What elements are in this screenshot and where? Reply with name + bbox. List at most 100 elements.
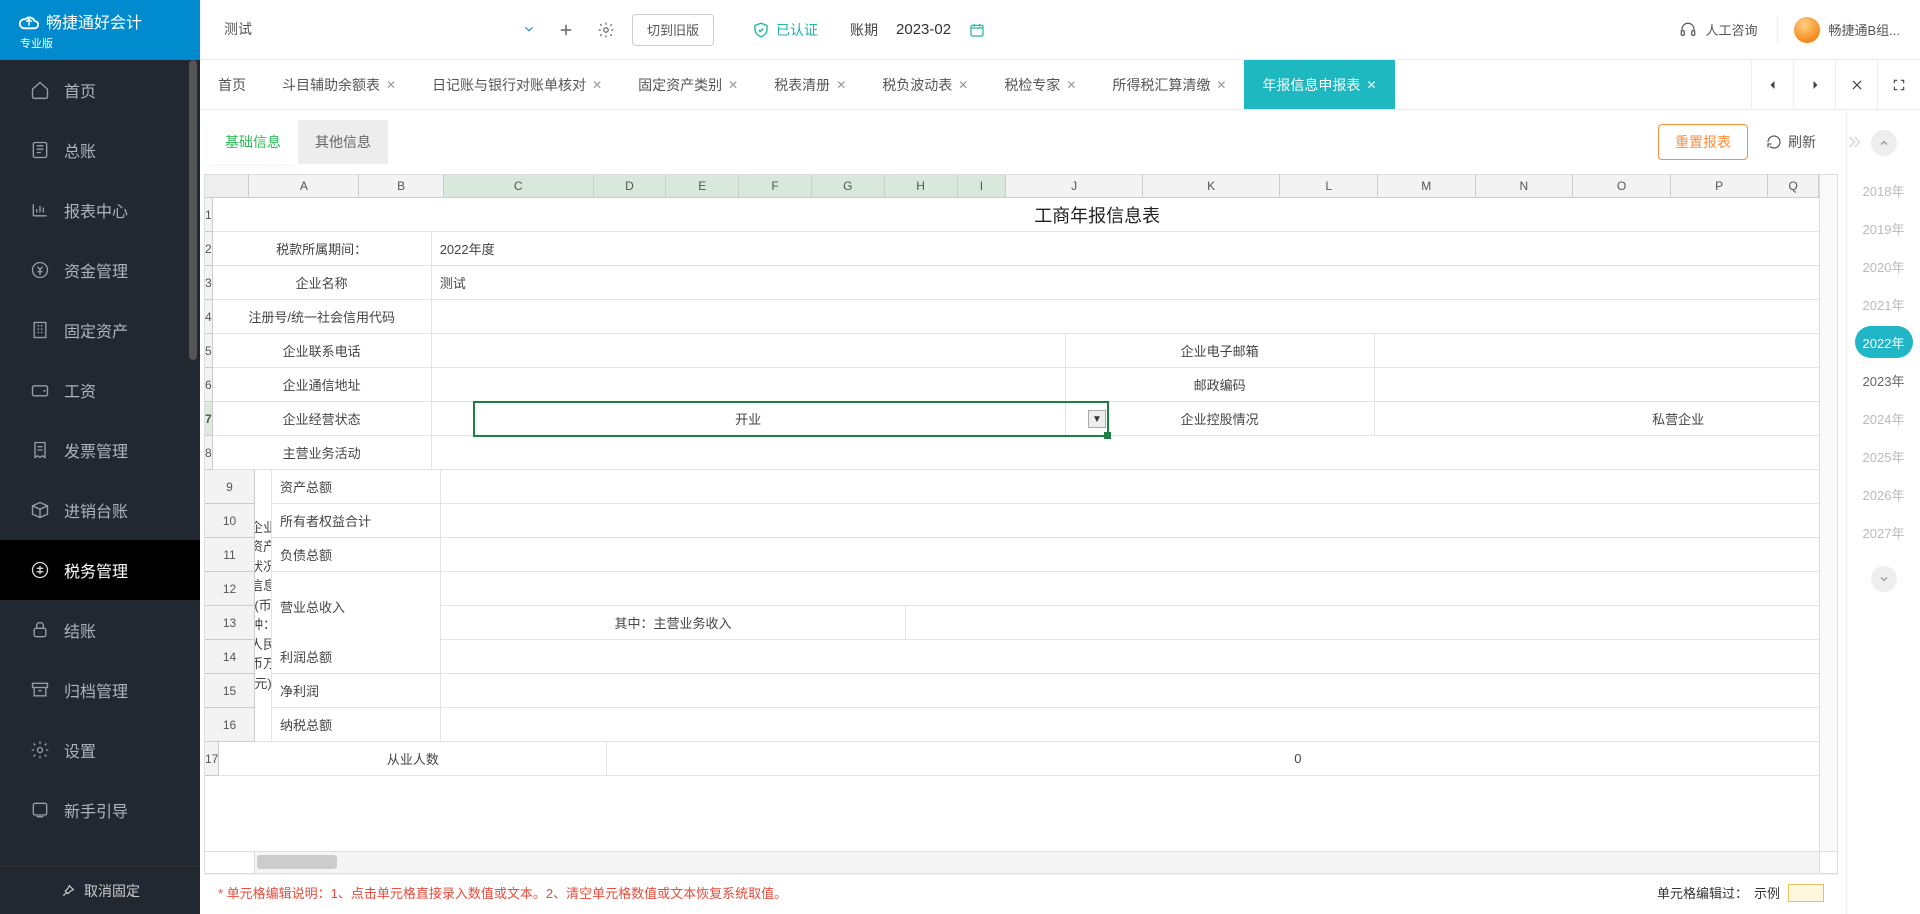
year-scroll-up[interactable] (1871, 130, 1897, 156)
value-cell[interactable]: 私营企业 (1375, 402, 1819, 435)
col-header-B[interactable]: B (359, 175, 443, 197)
col-header-K[interactable]: K (1143, 175, 1280, 197)
subtab-0[interactable]: 基础信息 (208, 120, 298, 164)
value-cell[interactable]: 测试 (432, 266, 1819, 299)
row-header-17[interactable]: 17 (205, 742, 219, 776)
tab-close-icon[interactable]: ✕ (1066, 78, 1076, 92)
col-header-A[interactable]: A (249, 175, 359, 197)
row-header-14[interactable]: 14 (205, 640, 255, 674)
year-2022年[interactable]: 2022年 (1855, 326, 1913, 358)
tab-4[interactable]: 税表清册✕ (756, 60, 864, 109)
year-2027年[interactable]: 2027年 (1855, 516, 1913, 548)
sidebar-item-salary[interactable]: 工资 (0, 360, 200, 420)
user-menu[interactable]: 畅捷通B组... (1777, 17, 1900, 43)
sidebar-scrollbar[interactable] (189, 60, 197, 360)
value-cell[interactable] (441, 640, 1819, 673)
row-header-5[interactable]: 5 (205, 334, 213, 368)
tab-close-icon[interactable]: ✕ (592, 78, 602, 92)
value-cell[interactable] (1375, 368, 1819, 401)
collapse-rail-icon[interactable] (1842, 132, 1862, 152)
sidebar-item-closing[interactable]: 结账 (0, 600, 200, 660)
support-link[interactable]: 人工咨询 (1679, 20, 1757, 39)
tab-scroll-right[interactable] (1794, 60, 1836, 109)
refresh-button[interactable]: 刷新 (1766, 132, 1816, 152)
col-header-L[interactable]: L (1280, 175, 1378, 197)
settings-button[interactable] (592, 16, 620, 44)
subtab-1[interactable]: 其他信息 (298, 120, 388, 164)
sidebar-item-settings[interactable]: 设置 (0, 720, 200, 780)
sidebar-item-ledger[interactable]: 总账 (0, 120, 200, 180)
tab-7[interactable]: 所得税汇算清缴✕ (1094, 60, 1244, 109)
year-2020年[interactable]: 2020年 (1855, 250, 1913, 282)
sidebar-item-invoice[interactable]: 发票管理 (0, 420, 200, 480)
tab-close-icon[interactable]: ✕ (1216, 78, 1226, 92)
row-header-15[interactable]: 15 (205, 674, 255, 708)
col-header-M[interactable]: M (1378, 175, 1476, 197)
col-header-F[interactable]: F (739, 175, 812, 197)
tab-0[interactable]: 首页 (200, 60, 264, 109)
reset-report-button[interactable]: 重置报表 (1658, 124, 1748, 160)
col-header-J[interactable]: J (1006, 175, 1143, 197)
row-header-9[interactable]: 9 (205, 470, 255, 504)
col-header-I[interactable]: I (958, 175, 1007, 197)
dropdown-arrow[interactable]: ▼ (1088, 410, 1106, 428)
old-version-button[interactable]: 切到旧版 (632, 14, 714, 46)
tab-close-icon[interactable]: ✕ (1366, 78, 1376, 92)
horizontal-scrollbar[interactable] (205, 851, 1837, 873)
year-2025年[interactable]: 2025年 (1855, 440, 1913, 472)
row-header-1[interactable]: 1 (205, 198, 213, 232)
row-header-10[interactable]: 10 (205, 504, 255, 538)
year-2023年[interactable]: 2023年 (1855, 364, 1913, 396)
row-header-4[interactable]: 4 (205, 300, 213, 334)
year-2024年[interactable]: 2024年 (1855, 402, 1913, 434)
value-cell[interactable] (432, 300, 1819, 333)
sidebar-item-guide[interactable]: 新手引导 (0, 780, 200, 840)
value-cell[interactable] (441, 470, 1819, 503)
tab-close-icon[interactable]: ✕ (958, 78, 968, 92)
tab-5[interactable]: 税负波动表✕ (864, 60, 986, 109)
row-header-3[interactable]: 3 (205, 266, 213, 300)
row-header-2[interactable]: 2 (205, 232, 213, 266)
tab-close-all[interactable] (1836, 60, 1878, 109)
value-cell[interactable] (441, 504, 1819, 537)
account-select[interactable]: 测试 (220, 12, 540, 48)
value-cell[interactable] (432, 334, 1066, 367)
sidebar-unpin[interactable]: 取消固定 (0, 866, 200, 914)
status-dropdown[interactable]: 开业 (432, 402, 1066, 435)
year-2018年[interactable]: 2018年 (1855, 174, 1913, 206)
value-cell[interactable] (906, 606, 1819, 639)
vertical-scrollbar[interactable] (1819, 175, 1837, 851)
sheet-body[interactable]: 1工商年报信息表2税款所属期间：2022年度3企业名称测试4注册号/统一社会信用… (205, 198, 1819, 851)
col-header-O[interactable]: O (1573, 175, 1671, 197)
col-header-Q[interactable]: Q (1768, 175, 1819, 197)
col-header-N[interactable]: N (1476, 175, 1574, 197)
sidebar-item-inventory[interactable]: 进销台账 (0, 480, 200, 540)
col-header-E[interactable]: E (666, 175, 739, 197)
tab-2[interactable]: 日记账与银行对账单核对✕ (414, 60, 620, 109)
tab-8[interactable]: 年报信息申报表✕ (1244, 60, 1394, 109)
value-cell[interactable] (441, 708, 1819, 741)
row-header-7[interactable]: 7 (205, 402, 213, 436)
col-header-D[interactable]: D (594, 175, 667, 197)
sidebar-item-tax[interactable]: 税务管理 (0, 540, 200, 600)
add-button[interactable] (552, 16, 580, 44)
col-header-C[interactable]: C (444, 175, 594, 197)
tab-scroll-left[interactable] (1752, 60, 1794, 109)
row-header-16[interactable]: 16 (205, 708, 255, 742)
tab-close-icon[interactable]: ✕ (836, 78, 846, 92)
col-header-H[interactable]: H (885, 175, 958, 197)
spreadsheet[interactable]: ABCDEFGHIJKLMNOPQ 1工商年报信息表2税款所属期间：2022年度… (204, 174, 1838, 874)
tab-close-icon[interactable]: ✕ (728, 78, 738, 92)
period-value[interactable]: 2023-02 (896, 21, 951, 38)
tab-1[interactable]: 斗目辅助余额表✕ (264, 60, 414, 109)
sidebar-item-funds[interactable]: 资金管理 (0, 240, 200, 300)
col-header-G[interactable]: G (812, 175, 885, 197)
value-cell[interactable] (432, 368, 1066, 401)
value-cell[interactable] (1375, 334, 1819, 367)
sidebar-item-reports[interactable]: 报表中心 (0, 180, 200, 240)
col-header-P[interactable]: P (1671, 175, 1769, 197)
row-header-13[interactable]: 13 (205, 606, 255, 640)
value-cell[interactable] (441, 538, 1819, 571)
row-header-6[interactable]: 6 (205, 368, 213, 402)
sidebar-item-archive[interactable]: 归档管理 (0, 660, 200, 720)
